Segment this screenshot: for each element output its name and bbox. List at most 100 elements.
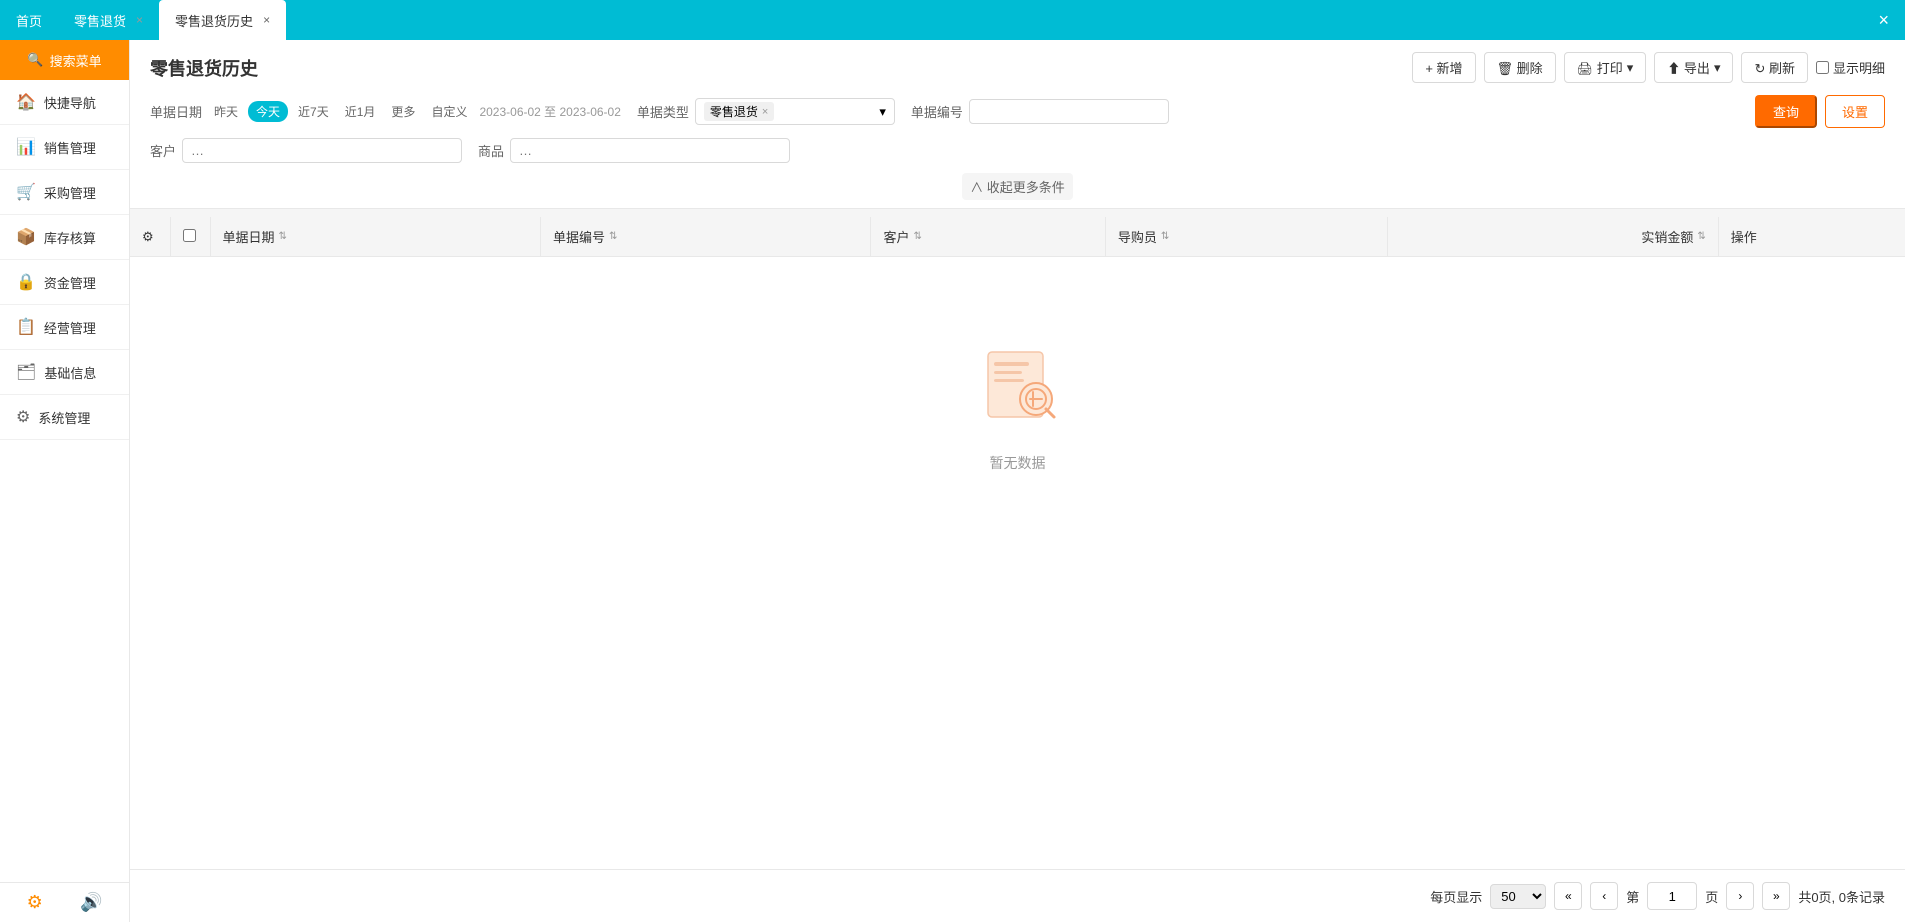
- new-button[interactable]: + 新增: [1412, 52, 1475, 83]
- sort-customer[interactable]: 客户 ⇅: [883, 227, 1092, 246]
- table-header-customer: 客户 ⇅: [871, 217, 1105, 257]
- display-detail-checkbox[interactable]: [1816, 61, 1829, 74]
- table-header-bill-no: 单据编号 ⇅: [540, 217, 870, 257]
- table-select-all-checkbox[interactable]: [183, 229, 196, 242]
- settings-button[interactable]: 设置: [1825, 95, 1885, 128]
- refresh-button[interactable]: ↻ 刷新: [1741, 52, 1808, 83]
- sort-amount-icon: ⇅: [1697, 231, 1705, 242]
- filter-bill-type-label: 单据类型: [637, 102, 689, 121]
- date-opt-1month[interactable]: 近1月: [339, 101, 382, 122]
- table-header-date: 单据日期 ⇅: [210, 217, 540, 257]
- tab-home-label: 首页: [16, 11, 42, 30]
- sidebar-audio-icon[interactable]: 🔊: [80, 892, 102, 913]
- filter-date-range: 2023-06-02 至 2023-06-02: [479, 103, 620, 120]
- page-header: 零售退货历史 + 新增 🗑 删除 🖨 打印 ▾ ⬆ 导出 ▾: [130, 40, 1905, 209]
- print-dropdown-icon: ▾: [1627, 60, 1634, 76]
- sort-customer-icon: ⇅: [913, 231, 921, 242]
- tab-retail-return-history[interactable]: 零售退货历史 ×: [159, 0, 286, 40]
- page-title: 零售退货历史: [150, 55, 258, 81]
- header-customer-label: 客户: [883, 227, 909, 246]
- header-bill-no-label: 单据编号: [553, 227, 605, 246]
- table-settings-col: ⚙: [130, 217, 170, 257]
- table-header-guide: 导购员 ⇅: [1105, 217, 1387, 257]
- filter-bill-no-input[interactable]: [969, 99, 1169, 124]
- sidebar-item-quick-nav[interactable]: 🏠 快捷导航: [0, 80, 129, 125]
- toolbar: + 新增 🗑 删除 🖨 打印 ▾ ⬆ 导出 ▾ ↻ 刷新: [1412, 52, 1885, 83]
- filter-bill-type: 单据类型 零售退货 × ▾: [637, 98, 895, 125]
- sidebar-item-basic-info[interactable]: 🗂 基础信息: [0, 350, 129, 395]
- delete-button-label: 🗑 删除: [1497, 58, 1543, 77]
- table-settings-icon[interactable]: ⚙: [142, 229, 154, 244]
- last-page-button[interactable]: »: [1762, 882, 1790, 910]
- tab-retail-return[interactable]: 零售退货 ×: [58, 0, 159, 40]
- sidebar-item-sales[interactable]: 📊 销售管理: [0, 125, 129, 170]
- query-button-label: 查询: [1773, 105, 1799, 120]
- sidebar-footer: ⚙ 🔊: [0, 882, 129, 922]
- header-actions-label: 操作: [1731, 230, 1757, 245]
- print-button[interactable]: 🖨 打印 ▾: [1564, 52, 1647, 83]
- filter-goods-input[interactable]: [510, 138, 790, 163]
- filter-customer-input[interactable]: [182, 138, 462, 163]
- basic-info-icon: 🗂: [16, 362, 36, 382]
- date-opt-today[interactable]: 今天: [248, 101, 288, 122]
- tab-retail-return-label: 零售退货: [74, 11, 126, 30]
- bill-type-tag-remove[interactable]: ×: [762, 106, 768, 118]
- date-opt-7days[interactable]: 近7天: [292, 101, 335, 122]
- system-icon: ⚙: [16, 407, 30, 427]
- top-nav-bar: 首页 零售退货 × 零售退货历史 × ×: [0, 0, 1905, 40]
- sidebar-item-system[interactable]: ⚙ 系统管理: [0, 395, 129, 440]
- empty-state-illustration: [968, 337, 1068, 437]
- tab-retail-return-history-close[interactable]: ×: [263, 13, 270, 27]
- sidebar-item-purchase[interactable]: 🛒 采购管理: [0, 170, 129, 215]
- export-button[interactable]: ⬆ 导出 ▾: [1654, 52, 1733, 83]
- sort-date[interactable]: 单据日期 ⇅: [223, 227, 528, 246]
- sidebar: 🔍 搜索菜单 🏠 快捷导航 📊 销售管理 🛒 采购管理 📦 库存核算 🔒: [0, 40, 130, 922]
- sidebar-item-label: 基础信息: [44, 363, 96, 382]
- sort-guide-icon: ⇅: [1161, 231, 1169, 242]
- empty-state: 暂无数据: [130, 257, 1905, 553]
- next-page-button[interactable]: ›: [1726, 882, 1754, 910]
- table-header-actions: 操作: [1718, 217, 1905, 257]
- sidebar-item-inventory[interactable]: 📦 库存核算: [0, 215, 129, 260]
- per-page-select[interactable]: 10 20 50 100: [1490, 884, 1546, 909]
- per-page-label: 每页显示: [1430, 887, 1482, 906]
- sidebar-item-label: 系统管理: [38, 408, 90, 427]
- tab-retail-return-close[interactable]: ×: [136, 13, 143, 27]
- date-opt-yesterday[interactable]: 昨天: [208, 101, 244, 122]
- sidebar-settings-icon[interactable]: ⚙: [27, 892, 43, 913]
- sidebar-item-finance[interactable]: 🔒 资金管理: [0, 260, 129, 305]
- sort-bill-no[interactable]: 单据编号 ⇅: [553, 227, 858, 246]
- filter-date-label: 单据日期: [150, 102, 202, 121]
- window-close-button[interactable]: ×: [1862, 10, 1905, 31]
- filter-row-1: 单据日期 昨天 今天 近7天 近1月 更多 自定义 2023-06-02 至 2…: [150, 95, 1885, 128]
- filter-bill-type-select[interactable]: 零售退货 × ▾: [695, 98, 895, 125]
- first-page-button[interactable]: «: [1554, 882, 1582, 910]
- delete-button[interactable]: 🗑 删除: [1484, 52, 1556, 83]
- finance-icon: 🔒: [16, 272, 36, 292]
- purchase-icon: 🛒: [16, 182, 36, 202]
- sidebar-item-operations[interactable]: 📋 经营管理: [0, 305, 129, 350]
- sidebar-search-button[interactable]: 🔍 搜索菜单: [0, 40, 129, 80]
- data-table: ⚙ 单据日期 ⇅ 单据编号: [130, 217, 1905, 553]
- print-button-label: 🖨 打印: [1577, 58, 1623, 77]
- query-button[interactable]: 查询: [1755, 95, 1817, 128]
- date-opt-custom[interactable]: 自定义: [425, 101, 473, 122]
- sales-icon: 📊: [16, 137, 36, 157]
- export-button-label: ⬆ 导出: [1667, 58, 1710, 77]
- empty-row: 暂无数据: [130, 257, 1905, 554]
- page-number-input[interactable]: [1647, 882, 1697, 910]
- sidebar-item-label: 经营管理: [44, 318, 96, 337]
- table-header-row: ⚙ 单据日期 ⇅ 单据编号: [130, 217, 1905, 257]
- sort-amount[interactable]: 实销金额 ⇅: [1400, 227, 1705, 246]
- bill-type-select-arrow: ▾: [879, 104, 886, 120]
- total-info: 共0页, 0条记录: [1798, 887, 1885, 906]
- pagination: 每页显示 10 20 50 100 « ‹ 第 页 › » 共0页, 0条记录: [130, 869, 1905, 922]
- prev-page-button[interactable]: ‹: [1590, 882, 1618, 910]
- collapse-button-label: ∧ 收起更多条件: [970, 177, 1065, 196]
- display-detail-label: 显示明细: [1833, 58, 1885, 77]
- tab-home[interactable]: 首页: [0, 0, 58, 40]
- collapse-button[interactable]: ∧ 收起更多条件: [962, 173, 1073, 200]
- nav-tabs: 首页 零售退货 × 零售退货历史 ×: [0, 0, 1862, 40]
- date-opt-more[interactable]: 更多: [385, 101, 421, 122]
- sort-guide[interactable]: 导购员 ⇅: [1118, 227, 1375, 246]
